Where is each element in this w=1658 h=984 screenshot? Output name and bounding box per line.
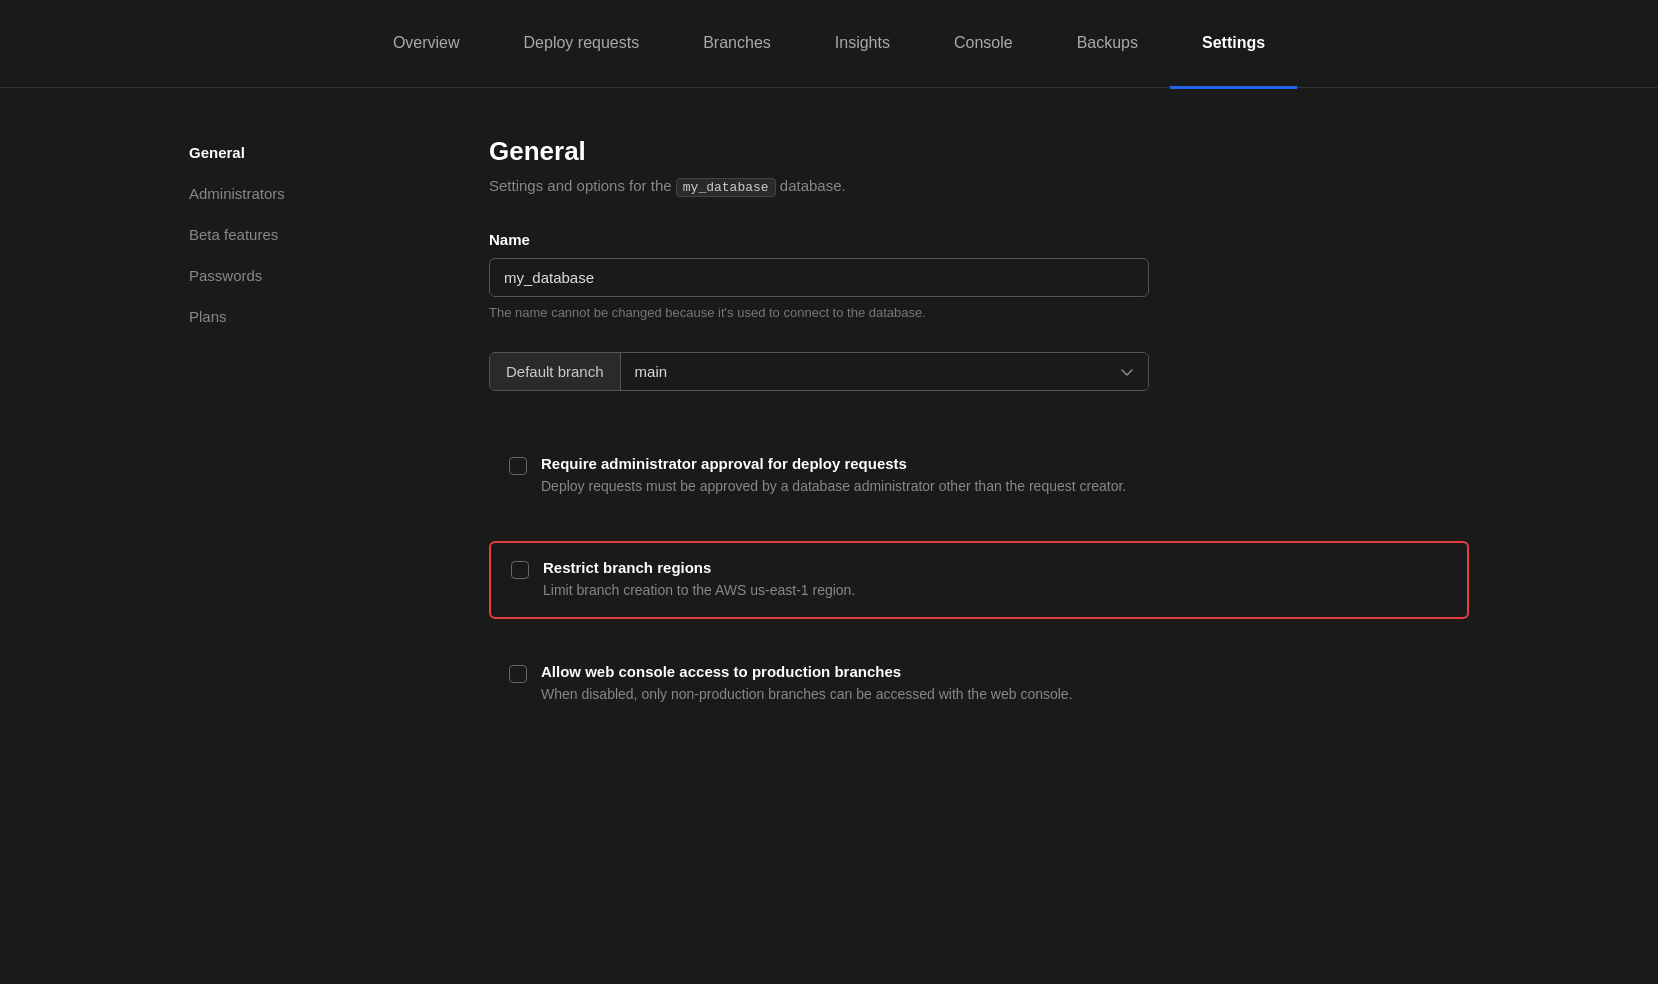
default-branch-select[interactable]: maindevstaging <box>621 353 1106 390</box>
checkbox-title-restrict-branch-regions: Restrict branch regions <box>543 559 1447 576</box>
section-subtitle: Settings and options for the my_database… <box>489 177 1469 195</box>
checkbox-desc-restrict-branch-regions: Limit branch creation to the AWS us-east… <box>543 580 1447 601</box>
checkbox-allow-web-console[interactable] <box>509 665 527 683</box>
checkbox-restrict-branch-regions[interactable] <box>511 561 529 579</box>
name-label: Name <box>489 231 1469 248</box>
nav-item-overview[interactable]: Overview <box>361 1 492 89</box>
checkbox-desc-require-admin-approval: Deploy requests must be approved by a da… <box>541 476 1449 497</box>
checkbox-content-allow-web-console: Allow web console access to production b… <box>541 663 1449 705</box>
checkbox-item-require-admin-approval: Require administrator approval for deplo… <box>489 439 1469 513</box>
main-content: General Settings and options for the my_… <box>409 136 1529 749</box>
subtitle-suffix: database. <box>780 177 846 194</box>
page-title: General <box>489 136 1469 167</box>
subtitle-code: my_database <box>676 178 776 197</box>
nav-item-settings[interactable]: Settings <box>1170 1 1297 89</box>
default-branch-select-wrapper: Default branch maindevstaging <box>489 352 1149 391</box>
sidebar-item-administrators[interactable]: Administrators <box>189 177 409 210</box>
checkbox-title-require-admin-approval: Require administrator approval for deplo… <box>541 455 1449 472</box>
checkbox-desc-allow-web-console: When disabled, only non-production branc… <box>541 684 1449 705</box>
nav-item-insights[interactable]: Insights <box>803 1 922 89</box>
name-hint: The name cannot be changed because it's … <box>489 305 1469 320</box>
checkbox-require-admin-approval[interactable] <box>509 457 527 475</box>
nav-item-backups[interactable]: Backups <box>1045 1 1170 89</box>
checkbox-item-restrict-branch-regions: Restrict branch regions Limit branch crea… <box>489 541 1469 619</box>
default-branch-label: Default branch <box>490 353 621 390</box>
checkboxes-section: Require administrator approval for deplo… <box>489 439 1469 721</box>
nav-item-branches[interactable]: Branches <box>671 1 803 89</box>
checkbox-content-restrict-branch-regions: Restrict branch regions Limit branch crea… <box>543 559 1447 601</box>
sidebar-item-general[interactable]: General <box>189 136 409 169</box>
top-navigation: OverviewDeploy requestsBranchesInsightsC… <box>0 0 1658 88</box>
checkbox-title-allow-web-console: Allow web console access to production b… <box>541 663 1449 680</box>
name-input[interactable] <box>489 258 1149 297</box>
nav-item-deploy-requests[interactable]: Deploy requests <box>492 1 672 89</box>
checkbox-content-require-admin-approval: Require administrator approval for deplo… <box>541 455 1449 497</box>
sidebar-item-plans[interactable]: Plans <box>189 300 409 333</box>
sidebar-item-passwords[interactable]: Passwords <box>189 259 409 292</box>
sidebar: General Administrators Beta features Passwo… <box>189 136 409 749</box>
nav-item-console[interactable]: Console <box>922 1 1045 89</box>
chevron-down-icon <box>1106 355 1148 389</box>
page-layout: General Administrators Beta features Passwo… <box>129 88 1529 749</box>
checkbox-item-allow-web-console: Allow web console access to production b… <box>489 647 1469 721</box>
subtitle-prefix: Settings and options for the <box>489 177 672 194</box>
sidebar-item-beta-features[interactable]: Beta features <box>189 218 409 251</box>
